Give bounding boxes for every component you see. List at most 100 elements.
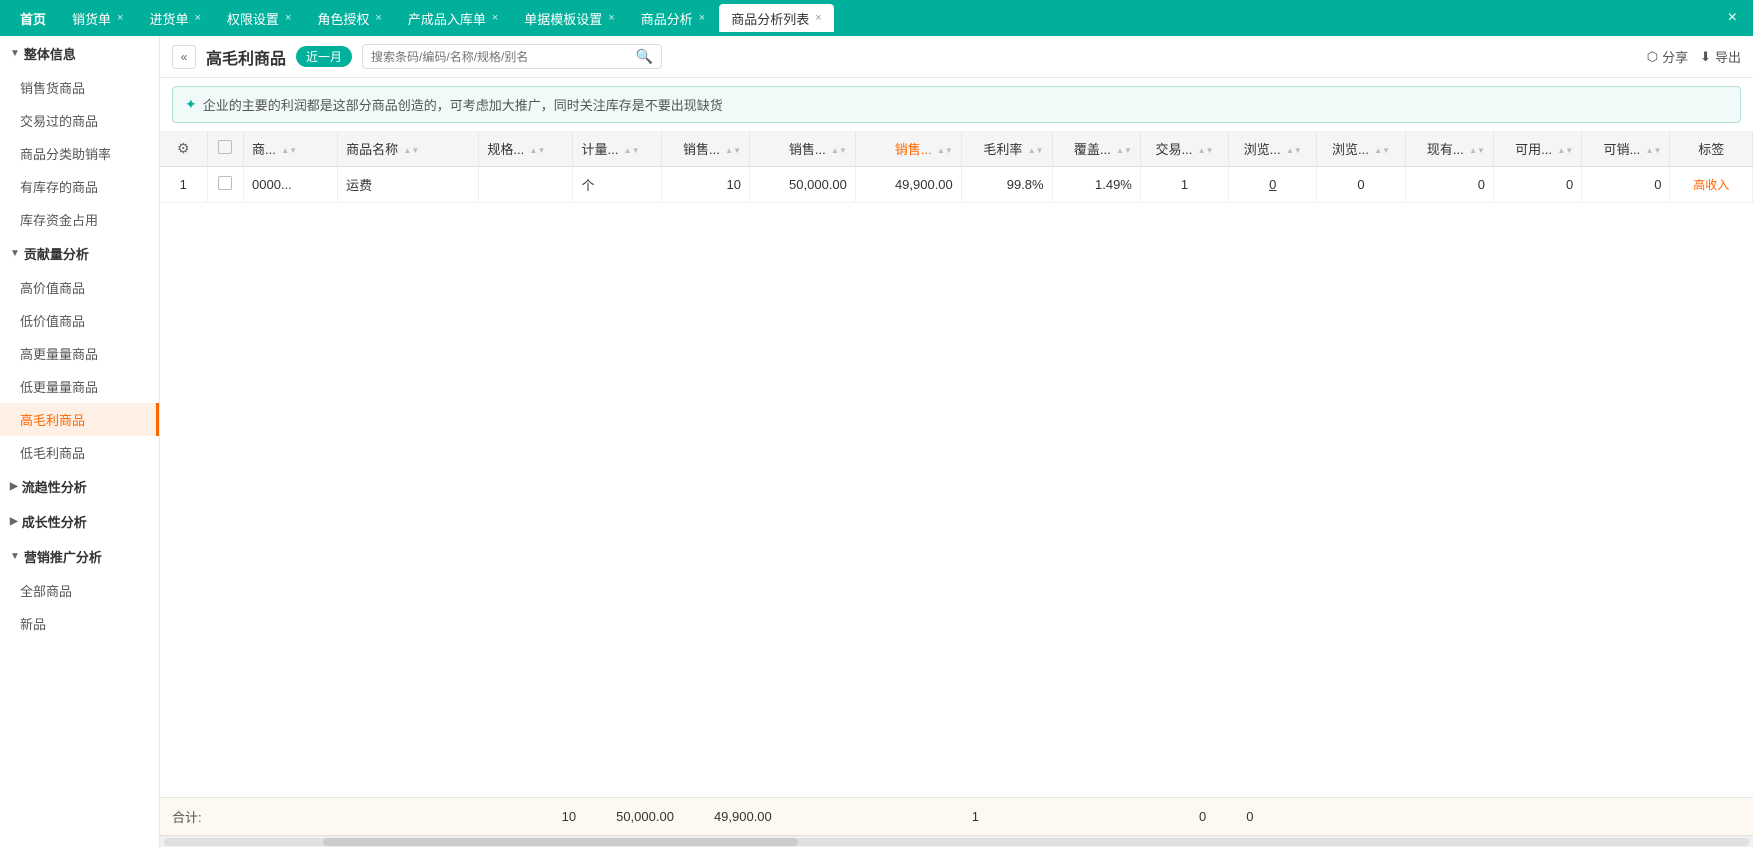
search-input[interactable] [371,50,636,64]
tab-template[interactable]: 单据模板设置 × [512,4,626,32]
close-icon[interactable]: × [699,12,705,24]
tab-analysis[interactable]: 商品分析 × [629,4,717,32]
col-header-name[interactable]: 商品名称 ▲▼ [338,131,479,167]
row-checkbox[interactable] [218,176,232,190]
row-gross-rate: 99.8% [961,167,1052,203]
sidebar-group-wealth[interactable]: ▼ 贡献量分析 [0,236,159,271]
search-icon[interactable]: 🔍 [636,48,653,65]
close-icon[interactable]: × [194,12,200,24]
col-header-code[interactable]: 商... ▲▼ [244,131,338,167]
row-view2: 0 [1317,167,1405,203]
close-all-button[interactable]: × [1720,9,1745,27]
sort-icon[interactable]: ▲▼ [725,147,741,155]
col-header-stock1[interactable]: 现有... ▲▼ [1405,131,1493,167]
sidebar-item-category-rate[interactable]: 商品分类助销率 [0,137,159,170]
row-sales-cost: 49,900.00 [855,167,961,203]
footer-stock1: 0 [1199,809,1206,824]
row-num: 1 [160,167,207,203]
tab-role[interactable]: 角色授权 × [305,4,393,32]
col-header-view1[interactable]: 浏览... ▲▼ [1229,131,1317,167]
header-actions: ⬡ 分享 ⬇ 导出 [1647,47,1741,66]
sidebar-item-all-goods[interactable]: 全部商品 [0,574,159,607]
footer-sales-qty: 10 [562,809,576,824]
sort-icon[interactable]: ▲▼ [1374,147,1390,155]
close-icon[interactable]: × [285,12,291,24]
sort-icon[interactable]: ▲▼ [1198,147,1214,155]
select-all-checkbox[interactable] [218,140,232,154]
tab-purchase[interactable]: 进货单 × [137,4,212,32]
tab-sales[interactable]: 销货单 × [60,4,135,32]
share-button[interactable]: ⬡ 分享 [1647,47,1688,66]
close-icon[interactable]: × [117,12,123,24]
collapse-sidebar-button[interactable]: « [172,45,196,69]
tab-permission[interactable]: 权限设置 × [215,4,303,32]
col-header-sales-cost[interactable]: 销售... ▲▼ [855,131,961,167]
col-header-sales-amt[interactable]: 销售... ▲▼ [750,131,856,167]
col-header-unit[interactable]: 计量... ▲▼ [573,131,661,167]
sidebar-item-high-value[interactable]: 高价值商品 [0,271,159,304]
sort-icon[interactable]: ▲▼ [831,147,847,155]
row-stock1: 0 [1405,167,1493,203]
col-header-spec[interactable]: 规格... ▲▼ [479,131,573,167]
footer-values: 10 50,000.00 49,900.00 1 0 0 [222,809,1741,824]
col-header-gross-rate[interactable]: 毛利率 ▲▼ [961,131,1052,167]
sidebar-group-growth[interactable]: ▶ 成长性分析 [0,504,159,539]
col-header-trade[interactable]: 交易... ▲▼ [1140,131,1228,167]
sort-icon[interactable]: ▲▼ [937,147,953,155]
sidebar-item-high-freq[interactable]: 高更量量商品 [0,337,159,370]
scroll-thumb[interactable] [323,838,799,846]
view1-link[interactable]: 0 [1269,177,1276,192]
sidebar-item-stocked-goods[interactable]: 有库存的商品 [0,170,159,203]
row-view1[interactable]: 0 [1229,167,1317,203]
sidebar-group-trend[interactable]: ▶ 流趋性分析 [0,469,159,504]
chevron-down-icon: ▼ [10,48,20,59]
sort-icon[interactable]: ▲▼ [1557,147,1573,155]
col-header-stock3[interactable]: 可销... ▲▼ [1582,131,1670,167]
sort-icon[interactable]: ▲▼ [1116,147,1132,155]
sidebar-item-high-margin[interactable]: 高毛利商品 [0,403,159,436]
col-header-stock2[interactable]: 可用... ▲▼ [1493,131,1581,167]
export-button[interactable]: ⬇ 导出 [1700,47,1741,66]
col-header-tag[interactable]: 标签 [1670,131,1753,167]
sort-icon[interactable]: ▲▼ [1028,147,1044,155]
row-unit: 个 [573,167,661,203]
col-header-check [207,131,243,167]
col-header-cover-rate[interactable]: 覆盖... ▲▼ [1052,131,1140,167]
sidebar-item-low-margin[interactable]: 低毛利商品 [0,436,159,469]
row-spec [479,167,573,203]
data-table: ⚙ 商... ▲▼ 商品名称 ▲▼ [160,131,1753,203]
sort-icon[interactable]: ▲▼ [281,147,297,155]
sort-icon[interactable]: ▲▼ [1469,147,1485,155]
sidebar-item-stock-ratio[interactable]: 库存资金占用 [0,203,159,236]
filter-month-button[interactable]: 近一月 [296,46,352,67]
horizontal-scrollbar[interactable] [160,835,1753,847]
close-icon[interactable]: × [815,12,821,24]
close-icon[interactable]: × [608,12,614,24]
sidebar-item-traded-goods[interactable]: 交易过的商品 [0,104,159,137]
close-icon[interactable]: × [492,12,498,24]
tab-analysis-list[interactable]: 商品分析列表 × [719,4,833,32]
col-header-sales-qty[interactable]: 销售... ▲▼ [661,131,749,167]
chevron-down-icon: ▼ [10,551,20,562]
top-navigation: 首页 销货单 × 进货单 × 权限设置 × 角色授权 × 产成品入库单 × 单据… [0,0,1753,36]
sidebar-group-overall[interactable]: ▼ 整体信息 [0,36,159,71]
sort-icon[interactable]: ▲▼ [1646,147,1662,155]
sidebar-item-low-freq[interactable]: 低更量量商品 [0,370,159,403]
row-trade: 1 [1140,167,1228,203]
row-stock3: 0 [1582,167,1670,203]
sidebar-item-sales-goods[interactable]: 销售货商品 [0,71,159,104]
sort-icon[interactable]: ▲▼ [530,147,546,155]
tab-home[interactable]: 首页 [8,4,58,32]
sidebar-item-new-goods[interactable]: 新品 [0,607,159,640]
chevron-right-icon: ▶ [10,481,18,492]
sidebar: ▼ 整体信息 销售货商品 交易过的商品 商品分类助销率 有库存的商品 库存资金占… [0,36,160,847]
sidebar-group-marketing[interactable]: ▼ 营销推广分析 [0,539,159,574]
sort-icon[interactable]: ▲▼ [404,147,420,155]
close-icon[interactable]: × [375,12,381,24]
sidebar-item-low-value[interactable]: 低价值商品 [0,304,159,337]
sort-icon[interactable]: ▲▼ [1286,147,1302,155]
sort-icon[interactable]: ▲▼ [624,147,640,155]
col-header-view2[interactable]: 浏览... ▲▼ [1317,131,1405,167]
tab-product-entry[interactable]: 产成品入库单 × [396,4,510,32]
settings-icon[interactable]: ⚙ [177,140,190,156]
